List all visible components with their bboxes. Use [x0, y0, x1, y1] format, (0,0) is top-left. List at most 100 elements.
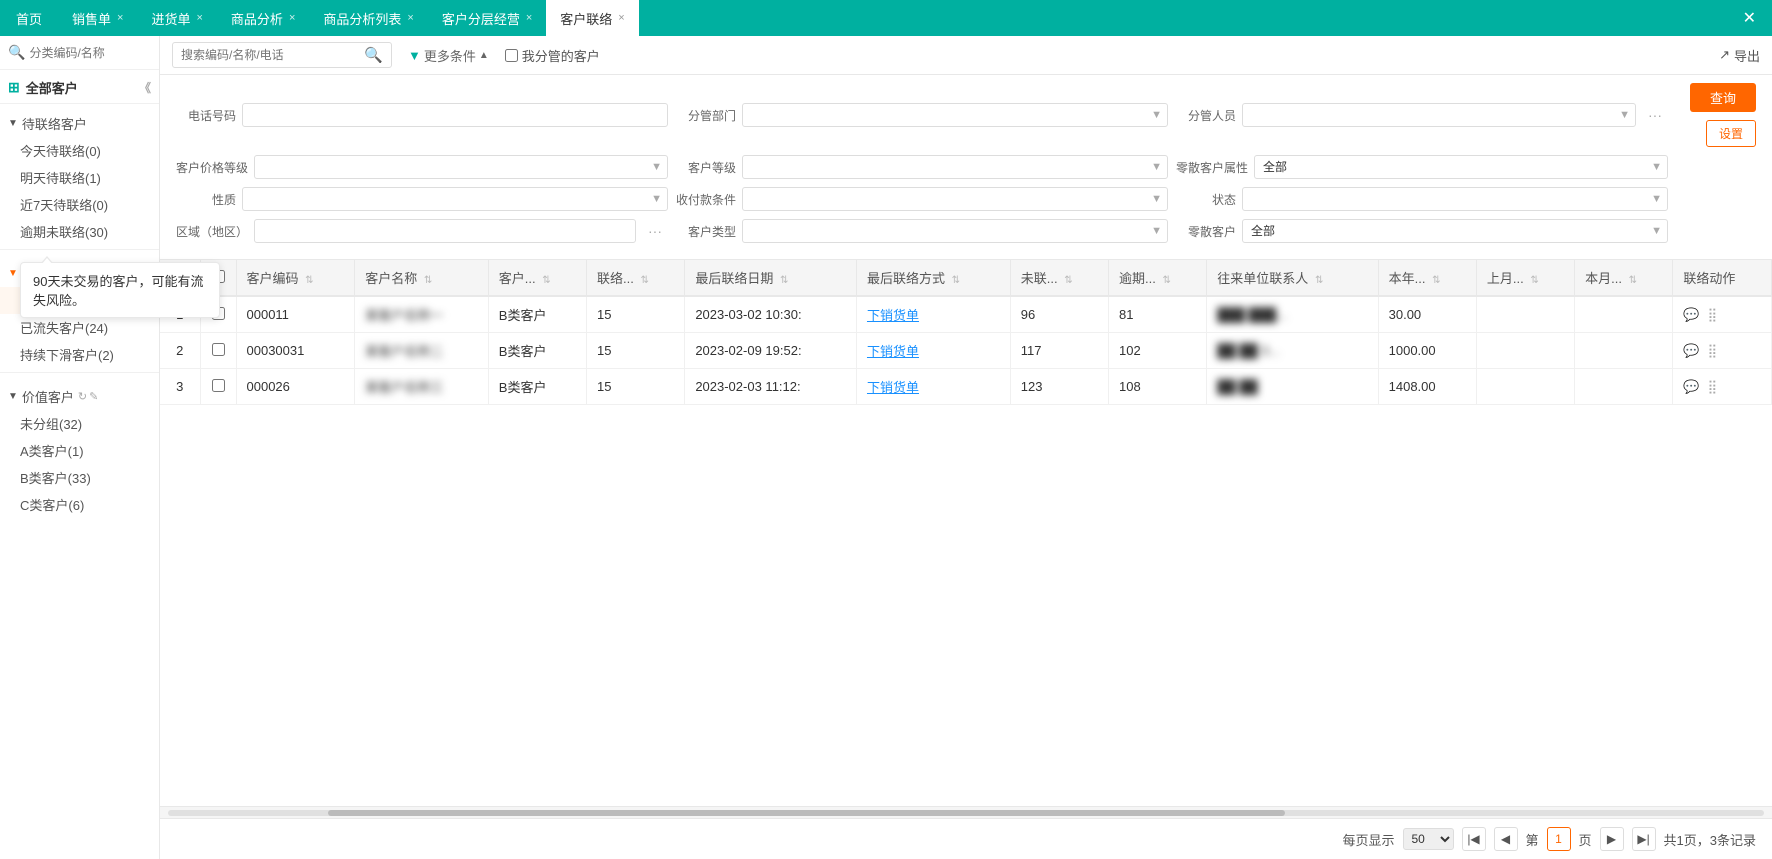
export-btn[interactable]: ↗ 导出 [1719, 46, 1760, 65]
sort-icon-type[interactable]: ⇅ [542, 275, 550, 286]
td-check-2[interactable] [200, 333, 236, 369]
next-page-btn[interactable]: ▶ [1600, 827, 1624, 851]
action-more-icon-1[interactable]: ⣿ [1708, 307, 1718, 323]
value-edit-icon[interactable]: ✎ [89, 390, 98, 403]
sidebar-item-class-c[interactable]: C类客户(6) [0, 491, 159, 518]
per-page-select[interactable]: 50 100 200 [1403, 828, 1454, 850]
tab-product-analysis-table-close[interactable]: × [407, 12, 413, 24]
tab-customer-segment[interactable]: 客户分层经营 × [428, 0, 546, 36]
sidebar-item-unclassified[interactable]: 未分组(32) [0, 410, 159, 437]
sidebar-item-already-lost[interactable]: 已流失客户(24) [0, 314, 159, 341]
action-more-icon-2[interactable]: ⣿ [1708, 343, 1718, 359]
tab-home[interactable]: 首页 [0, 9, 58, 28]
td-last-method-1[interactable]: 下销货单 [856, 296, 1010, 333]
td-company-contact-3: ██ ██ [1207, 369, 1378, 405]
tab-purchase[interactable]: 进货单 × [137, 0, 216, 36]
region-more-btn[interactable]: ··· [642, 223, 668, 239]
search-icon-btn[interactable]: 🔍 [364, 46, 383, 64]
sort-icon-this-year[interactable]: ⇅ [1432, 275, 1440, 286]
last-method-link-1[interactable]: 下销货单 [867, 308, 919, 323]
tab-sales-label: 销售单 [72, 9, 111, 28]
person-select[interactable] [1242, 103, 1636, 127]
last-page-btn[interactable]: ▶| [1632, 827, 1656, 851]
sidebar-search-input[interactable] [29, 46, 151, 60]
tab-purchase-close[interactable]: × [196, 12, 202, 24]
sort-icon-last-date[interactable]: ⇅ [780, 275, 788, 286]
td-last-method-2[interactable]: 下销货单 [856, 333, 1010, 369]
td-last-method-3[interactable]: 下销货单 [856, 369, 1010, 405]
row-checkbox-3[interactable] [212, 379, 225, 392]
my-customer-checkbox[interactable] [505, 49, 518, 62]
sidebar-group-value-title[interactable]: ▼ 价值客户 ↻ ✎ [0, 383, 159, 410]
query-btn[interactable]: 查询 [1690, 83, 1756, 112]
customer-type-select[interactable] [742, 219, 1168, 243]
td-type-2: B类客户 [488, 333, 586, 369]
action-chat-icon-3[interactable]: 💬 [1683, 379, 1699, 395]
action-more-icon-3[interactable]: ⣿ [1708, 379, 1718, 395]
sidebar-root[interactable]: ⊞ 全部客户 《 [0, 70, 159, 104]
row-checkbox-2[interactable] [212, 343, 225, 356]
window-close-btn[interactable]: ✕ [1727, 8, 1772, 28]
phone-input[interactable] [242, 103, 668, 127]
status-select[interactable] [1242, 187, 1668, 211]
action-chat-icon-2[interactable]: 💬 [1683, 343, 1699, 359]
more-conditions-btn[interactable]: ▼ 更多条件 ▲ [400, 43, 497, 68]
sort-icon-last-method[interactable]: ⇅ [952, 275, 960, 286]
payment-select[interactable] [742, 187, 1168, 211]
price-grade-select[interactable] [254, 155, 668, 179]
sort-icon-code[interactable]: ⇅ [305, 275, 313, 286]
retail-label: 零散客户 [1176, 223, 1236, 240]
my-customer-check[interactable]: 我分管的客户 [505, 46, 600, 65]
nature-select[interactable] [242, 187, 668, 211]
sidebar-item-class-a[interactable]: A类客户(1) [0, 437, 159, 464]
sidebar-item-recover-down[interactable]: 持续下滑客户(2) [0, 341, 159, 368]
sort-icon-company-contact[interactable]: ⇅ [1315, 275, 1323, 286]
retail-attr-select[interactable]: 全部 [1254, 155, 1668, 179]
tab-product-analysis-table[interactable]: 商品分析列表 × [309, 0, 427, 36]
tab-product-analysis-close[interactable]: × [289, 12, 295, 24]
search-input[interactable] [181, 48, 360, 62]
sidebar-item-class-b[interactable]: B类客户(33) [0, 464, 159, 491]
bottom-scrollbar[interactable] [160, 806, 1772, 818]
td-check-3[interactable] [200, 369, 236, 405]
sidebar-item-week-contact[interactable]: 近7天待联络(0) [0, 191, 159, 218]
per-page-label: 每页显示 [1342, 830, 1394, 849]
settings-btn[interactable]: 设置 [1706, 120, 1756, 147]
last-method-link-3[interactable]: 下销货单 [867, 380, 919, 395]
prev-page-btn[interactable]: ◀ [1494, 827, 1518, 851]
sort-icon-last-month[interactable]: ⇅ [1530, 275, 1538, 286]
first-page-btn[interactable]: |◀ [1462, 827, 1486, 851]
dept-select[interactable] [742, 103, 1168, 127]
tab-sales[interactable]: 销售单 × [58, 0, 137, 36]
th-name-label: 客户名称 [365, 271, 417, 286]
td-type-3: B类客户 [488, 369, 586, 405]
sidebar-group-pending-title[interactable]: ▼ 待联络客户 [0, 110, 159, 137]
tab-customer-contact[interactable]: 客户联络 × [546, 0, 638, 36]
tab-product-analysis[interactable]: 商品分析 × [217, 0, 309, 36]
tab-customer-contact-close[interactable]: × [618, 12, 624, 24]
td-action-1: 💬 ⣿ [1673, 296, 1772, 333]
sort-icon-overdue[interactable]: ⇅ [1163, 275, 1171, 286]
class-b-label: B类客户(33) [20, 471, 91, 486]
action-chat-icon-1[interactable]: 💬 [1683, 307, 1699, 323]
sort-icon-contact-count[interactable]: ⇅ [641, 275, 649, 286]
sort-icon-name[interactable]: ⇅ [424, 275, 432, 286]
scrollbar-track[interactable] [168, 810, 1764, 816]
value-refresh-icon[interactable]: ↻ [78, 390, 87, 403]
person-more-btn[interactable]: ··· [1642, 107, 1668, 123]
sidebar-item-overdue-contact[interactable]: 逾期未联络(30) [0, 218, 159, 245]
sort-icon-this-month[interactable]: ⇅ [1629, 275, 1637, 286]
scrollbar-thumb[interactable] [328, 810, 1286, 816]
sidebar-item-tomorrow-contact[interactable]: 明天待联络(1) [0, 164, 159, 191]
tab-customer-segment-close[interactable]: × [526, 12, 532, 24]
region-input[interactable] [254, 219, 636, 243]
tab-sales-close[interactable]: × [117, 12, 123, 24]
retail-select[interactable]: 全部 [1242, 219, 1668, 243]
sidebar-collapse-icon[interactable]: 《 [139, 79, 151, 96]
sort-icon-not-contacted[interactable]: ⇅ [1064, 275, 1072, 286]
th-name: 客户名称 ⇅ [355, 260, 489, 296]
last-method-link-2[interactable]: 下销货单 [867, 344, 919, 359]
customer-grade-select[interactable] [742, 155, 1168, 179]
sidebar-item-today-contact[interactable]: 今天待联络(0) [0, 137, 159, 164]
td-last-month-1 [1476, 296, 1574, 333]
